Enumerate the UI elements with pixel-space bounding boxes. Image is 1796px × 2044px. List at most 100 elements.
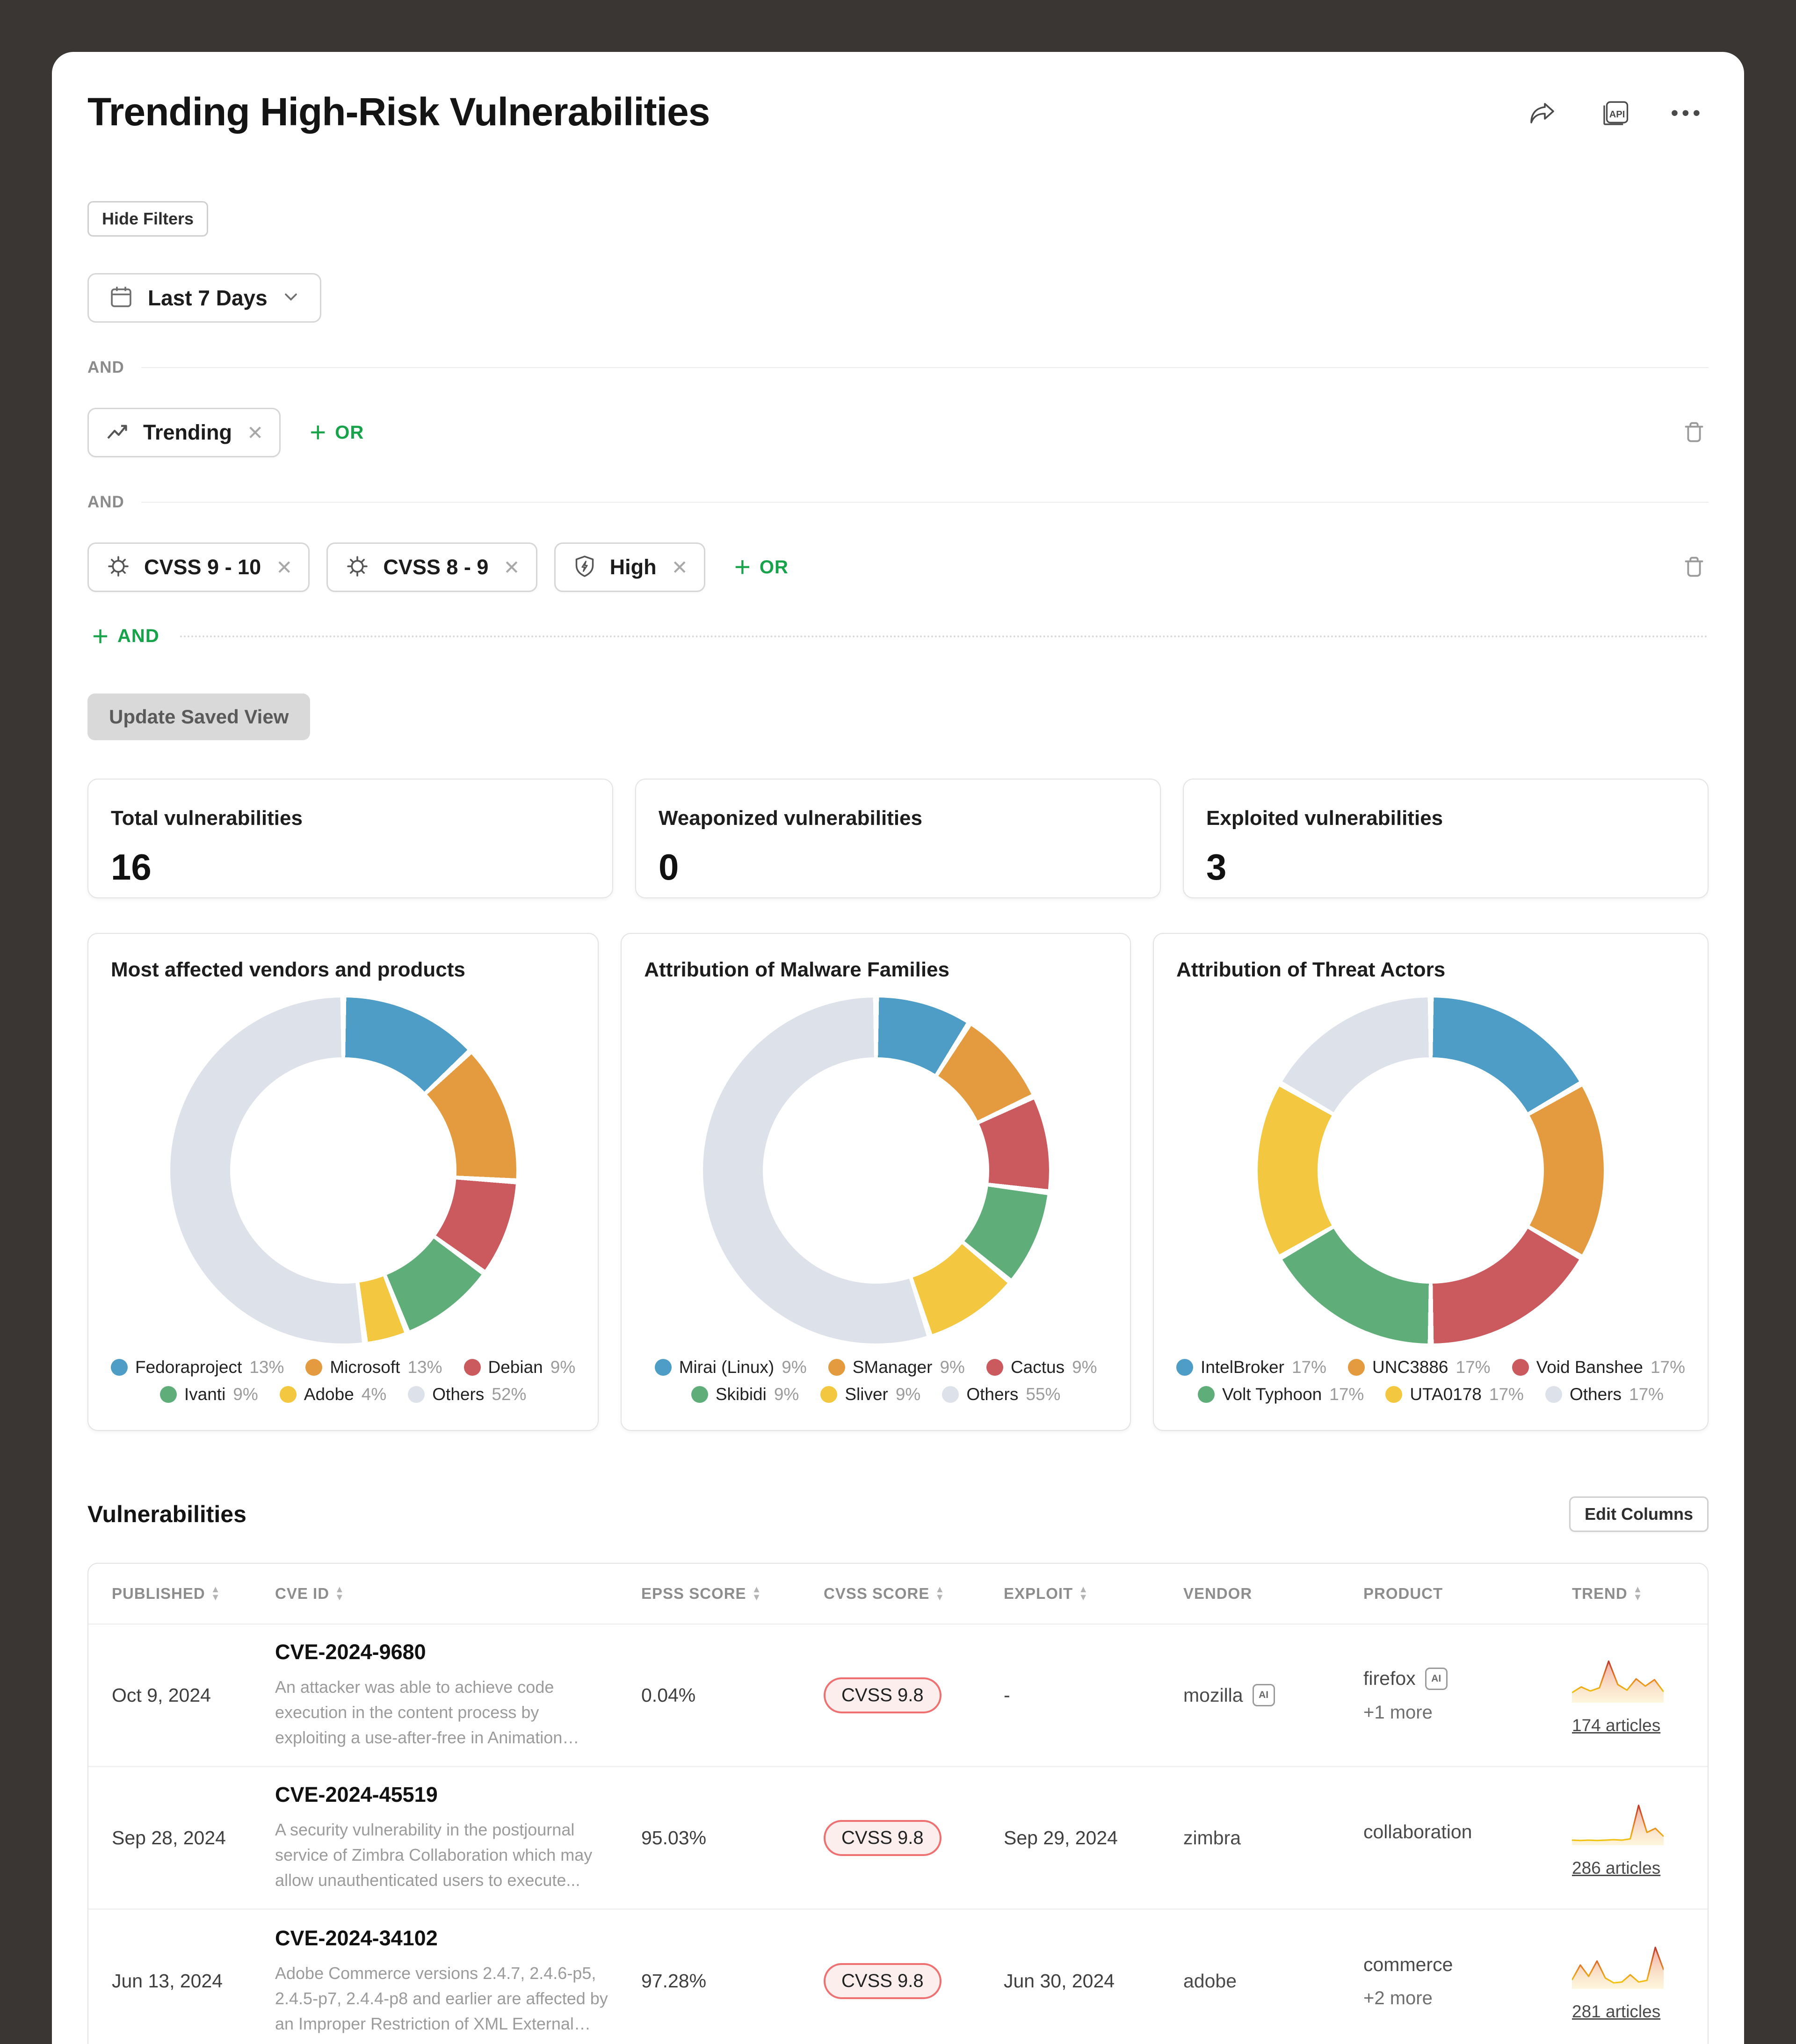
more-products-label[interactable]: +1 more (1363, 1702, 1572, 1723)
chart-card-threat-actors: Attribution of Threat Actors IntelBroker… (1153, 933, 1709, 1431)
filter-chip-label: CVSS 9 - 10 (144, 555, 261, 579)
legend-item: Skibidi 9% (691, 1385, 799, 1404)
product-name: collaboration (1363, 1820, 1472, 1842)
legend-dot-icon (305, 1359, 323, 1376)
legend-dot-icon (828, 1359, 845, 1376)
table-section-title: Vulnerabilities (87, 1501, 246, 1527)
sort-icon[interactable]: ▲ ▼ (752, 1585, 762, 1602)
legend-item: Others 17% (1545, 1385, 1664, 1404)
cve-description: An attacker was able to achieve code exe… (275, 1677, 563, 1747)
chart-card-vendors: Most affected vendors and products Fedor… (87, 933, 599, 1431)
cve-id-link[interactable]: CVE-2024-34102 (275, 1926, 608, 1950)
filter-group-trending: Trending ✕ + OR (87, 408, 1709, 457)
column-header-cve-id[interactable]: CVE ID ▲ ▼ (275, 1585, 641, 1603)
sort-icon[interactable]: ▲ ▼ (211, 1585, 221, 1602)
cvss-score-badge: CVSS 9.8 (824, 1677, 941, 1713)
exploit-date: Sep 29, 2024 (1004, 1827, 1118, 1849)
sort-icon[interactable]: ▲ ▼ (1079, 1585, 1088, 1602)
share-button[interactable] (1528, 98, 1558, 128)
column-header-published[interactable]: PUBLISHED ▲ ▼ (112, 1585, 275, 1603)
vendor-cell: mozilla AI (1183, 1684, 1363, 1706)
add-or-button[interactable]: + OR (310, 417, 364, 448)
chevron-down-icon (281, 287, 301, 310)
filter-chip-label: CVSS 8 - 9 (383, 555, 489, 579)
column-header-vendor: VENDOR▲▼ (1183, 1585, 1253, 1602)
filter-chip-cvss-8-9[interactable]: CVSS 8 - 9 ✕ (326, 542, 537, 592)
column-header-cvss[interactable]: CVSS SCORE ▲ ▼ (824, 1585, 1004, 1603)
vendor-name: adobe (1183, 1970, 1237, 1992)
add-and-button[interactable]: + AND (92, 622, 159, 650)
vulnerabilities-table: PUBLISHED ▲ ▼ CVE ID ▲ ▼ EPSS SCORE ▲ ▼ CVSS S… (87, 1563, 1709, 2044)
table-row[interactable]: Oct 9, 2024 CVE-2024-9680 An attacker wa… (88, 1625, 1708, 1767)
legend-dot-icon (408, 1386, 425, 1403)
svg-text:API: API (1609, 109, 1625, 120)
and-separator-1: AND (87, 358, 1709, 377)
chart-legend: Fedoraproject 13% Microsoft 13% Debian 9% Ivan… (111, 1358, 575, 1404)
legend-item: Microsoft 13% (305, 1358, 442, 1377)
table-row[interactable]: Jun 13, 2024 CVE-2024-34102 Adobe Commer… (88, 1910, 1708, 2044)
published-date: Jun 13, 2024 (112, 1970, 223, 1992)
share-icon (1528, 98, 1558, 128)
vendor-cell: zimbraAI (1183, 1827, 1363, 1849)
cve-cell: CVE-2024-45519 A security vulnerability … (275, 1783, 641, 1893)
remove-filter-icon[interactable]: ✕ (276, 556, 292, 579)
hide-filters-button[interactable]: Hide Filters (87, 201, 209, 237)
sort-icon[interactable]: ▲ ▼ (335, 1585, 345, 1602)
delete-group-button[interactable] (1680, 552, 1709, 583)
vendor-name: zimbra (1183, 1827, 1241, 1849)
add-or-button[interactable]: + OR (734, 551, 789, 583)
donut-chart-vendors (170, 997, 516, 1343)
remove-filter-icon[interactable]: ✕ (247, 421, 263, 444)
filter-chip-cvss-9-10[interactable]: CVSS 9 - 10 ✕ (87, 542, 310, 592)
cve-id-link[interactable]: CVE-2024-9680 (275, 1640, 608, 1664)
articles-link[interactable]: 174 articles (1572, 1716, 1660, 1735)
legend-dot-icon (1197, 1386, 1215, 1403)
column-header-epss[interactable]: EPSS SCORE ▲ ▼ (641, 1585, 824, 1603)
plus-icon: + (734, 551, 751, 583)
column-header-trend[interactable]: TREND ▲ ▼ (1572, 1585, 1684, 1603)
cve-id-link[interactable]: CVE-2024-45519 (275, 1783, 608, 1807)
api-docs-button[interactable]: API (1599, 98, 1630, 129)
product-name: firefox (1363, 1668, 1416, 1689)
column-header-exploit[interactable]: EXPLOIT ▲ ▼ (1004, 1585, 1183, 1603)
legend-dot-icon (1512, 1359, 1529, 1376)
charts-row: Most affected vendors and products Fedor… (87, 933, 1709, 1431)
remove-filter-icon[interactable]: ✕ (672, 556, 688, 579)
more-options-button[interactable]: ••• (1671, 101, 1704, 125)
remove-filter-icon[interactable]: ✕ (503, 556, 520, 579)
cvss-score-badge: CVSS 9.8 (824, 1963, 941, 1999)
filter-chip-label: Trending (143, 420, 232, 444)
shield-icon (572, 553, 598, 582)
chart-title: Most affected vendors and products (111, 958, 465, 981)
page-header: Trending High-Risk Vulnerabilities API •… (87, 89, 1709, 135)
edit-columns-button[interactable]: Edit Columns (1569, 1496, 1709, 1532)
more-products-label[interactable]: +2 more (1363, 1988, 1572, 2009)
sort-icon[interactable]: ▲ ▼ (935, 1585, 945, 1602)
date-range-filter[interactable]: Last 7 Days (87, 273, 321, 323)
legend-item: Void Banshee 17% (1512, 1358, 1685, 1377)
plus-icon: + (310, 417, 327, 448)
articles-link[interactable]: 286 articles (1572, 1858, 1660, 1878)
delete-group-button[interactable] (1680, 418, 1709, 448)
legend-item: IntelBroker 17% (1176, 1358, 1326, 1377)
filter-chip-trending[interactable]: Trending ✕ (87, 408, 281, 457)
stat-label: Weaponized vulnerabilities (659, 807, 922, 830)
stat-label: Exploited vulnerabilities (1206, 807, 1443, 830)
page-title: Trending High-Risk Vulnerabilities (87, 90, 710, 134)
update-saved-view-button[interactable]: Update Saved View (87, 693, 311, 740)
legend-dot-icon (279, 1386, 297, 1403)
published-date: Oct 9, 2024 (112, 1684, 211, 1706)
sort-icon[interactable]: ▲ ▼ (1633, 1585, 1643, 1602)
trend-sparkline (1572, 1660, 1664, 1703)
trash-icon (1680, 422, 1709, 448)
articles-link[interactable]: 281 articles (1572, 2002, 1660, 2022)
legend-dot-icon (1348, 1359, 1365, 1376)
trend-sparkline (1572, 1946, 1664, 1989)
table-row[interactable]: Sep 28, 2024 CVE-2024-45519 A security v… (88, 1767, 1708, 1910)
product-cell: commerceAI +2 more (1363, 1954, 1572, 2009)
filter-chip-high[interactable]: High ✕ (554, 542, 705, 592)
stat-value: 16 (111, 846, 152, 888)
legend-dot-icon (463, 1359, 481, 1376)
legend-dot-icon (111, 1359, 128, 1376)
legend-dot-icon (654, 1359, 672, 1376)
